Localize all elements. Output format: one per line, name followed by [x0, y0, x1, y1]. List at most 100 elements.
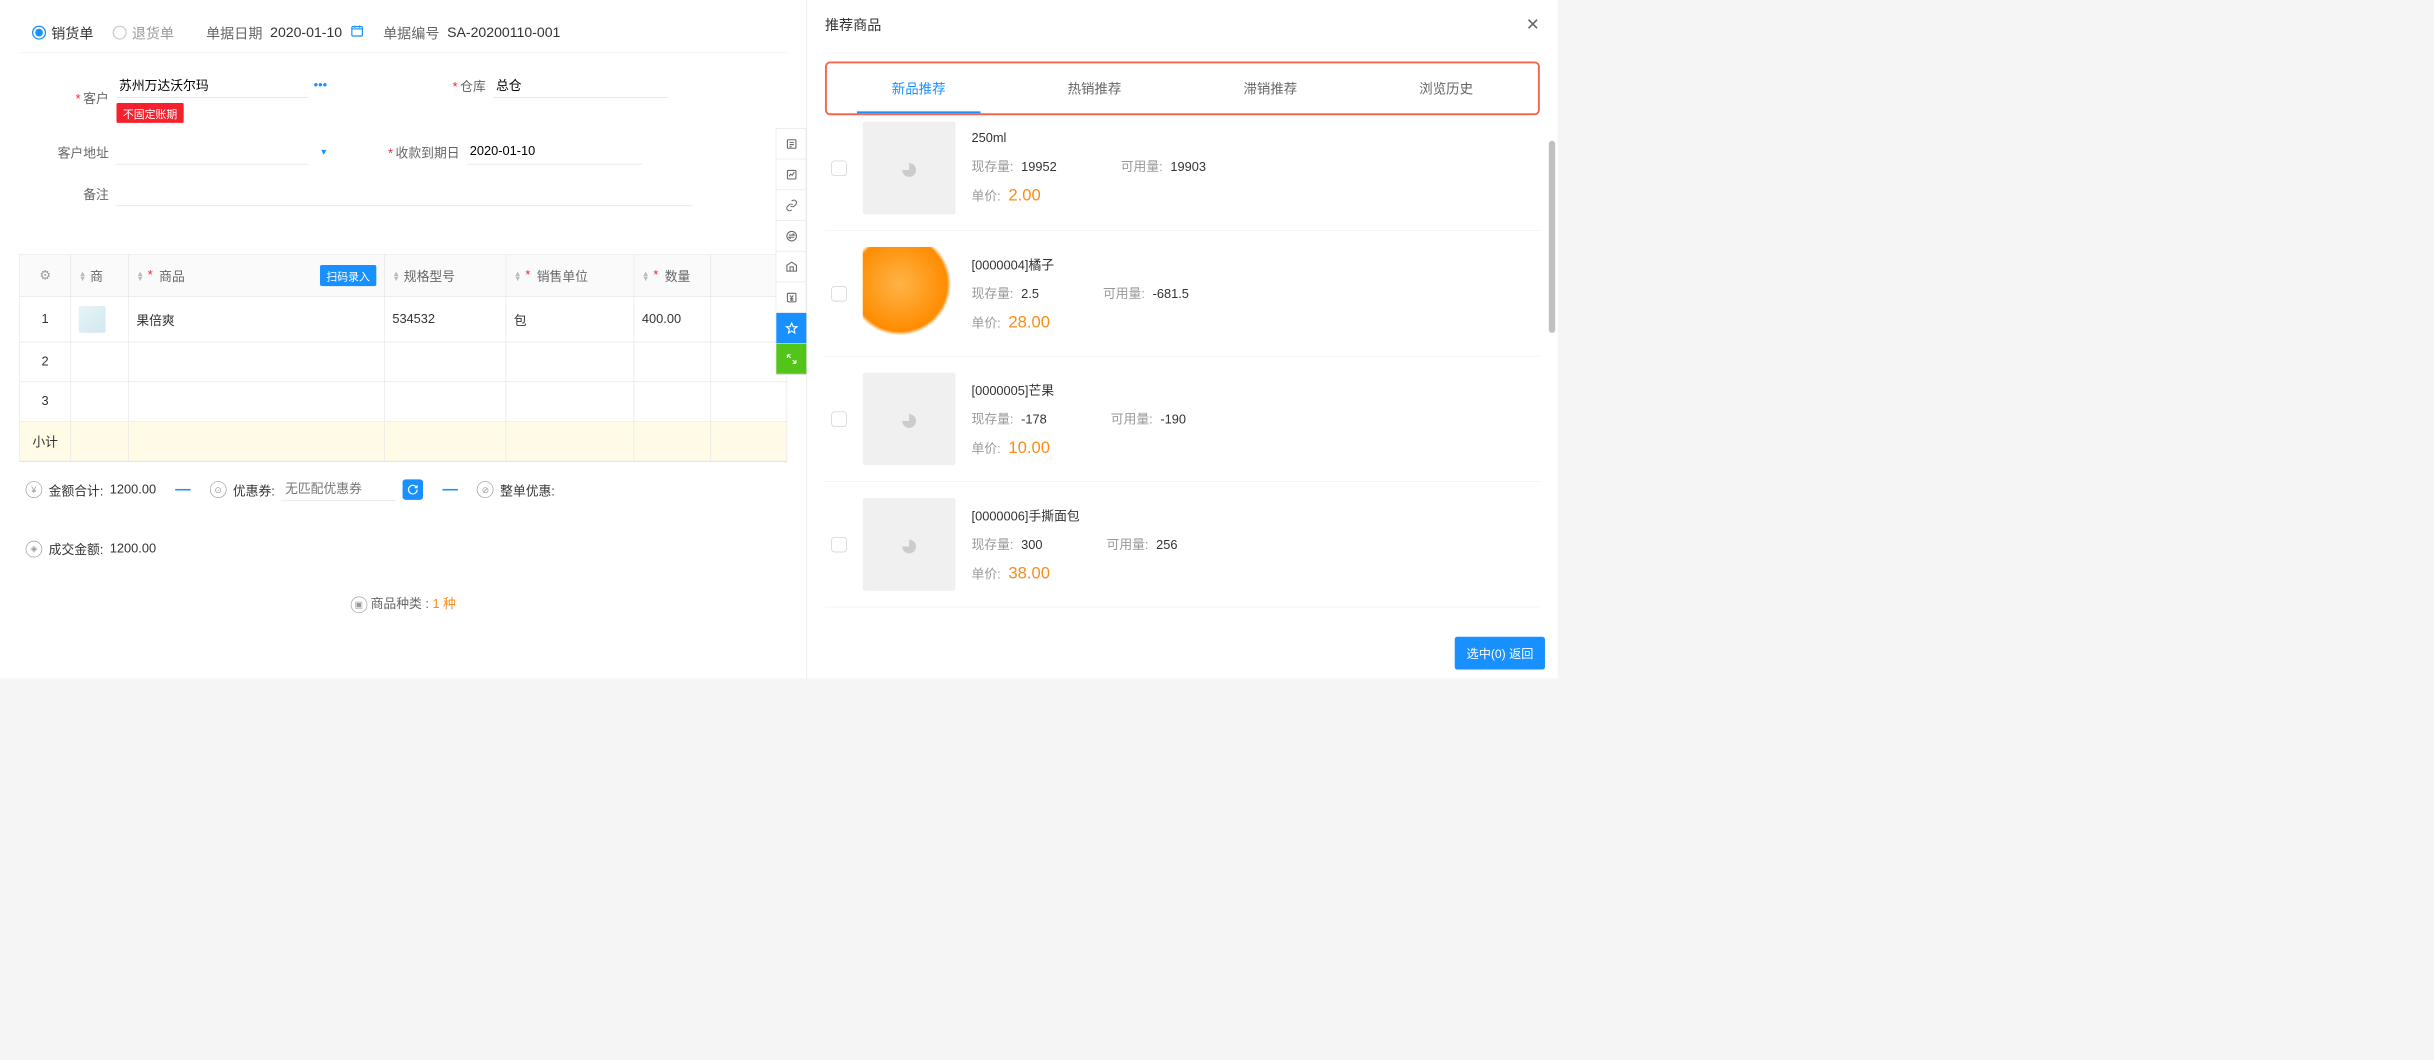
- radio-icon: [32, 26, 46, 40]
- product-item: ◕ 250ml 现存量:19952 可用量:19903 单价:2.00: [825, 122, 1540, 231]
- row-spec[interactable]: [385, 382, 507, 421]
- table-row[interactable]: 3: [20, 382, 787, 422]
- row-product[interactable]: [129, 342, 385, 381]
- swap-icon[interactable]: [776, 221, 807, 252]
- price-label: 单价:: [972, 317, 1001, 331]
- col-unit[interactable]: ▲▼*销售单位: [506, 255, 634, 297]
- doc-no-label: 单据编号: [383, 22, 439, 42]
- deal-icon: ◈: [26, 540, 43, 557]
- table-row[interactable]: 1 果倍爽 534532 包 400.00: [20, 297, 787, 342]
- row-qty[interactable]: [634, 382, 711, 421]
- row-spec[interactable]: 534532: [385, 297, 507, 342]
- price-value: 10.00: [1008, 438, 1050, 457]
- close-icon[interactable]: ✕: [1526, 14, 1540, 34]
- product-item: ◕ [0000005]芒果 现存量:-178 可用量:-190 单价:10.00: [825, 356, 1540, 481]
- discount-icon: ⊘: [477, 481, 494, 498]
- row-unit[interactable]: [506, 382, 634, 421]
- product-checkbox[interactable]: [831, 537, 846, 552]
- scan-input-button[interactable]: 扫码录入: [320, 265, 376, 286]
- tab-return-label: 退货单: [132, 22, 174, 42]
- subtotal-label: 小计: [20, 422, 71, 461]
- tab-hot[interactable]: 热销推荐: [1007, 67, 1183, 109]
- col-product[interactable]: ▲▼*商品扫码录入: [129, 255, 385, 297]
- vertical-toolbar: [776, 128, 807, 375]
- avail-value: -681.5: [1153, 287, 1189, 301]
- customer-address-field: 客户地址 ▾: [26, 139, 332, 165]
- row-qty[interactable]: 400.00: [634, 297, 711, 342]
- link-icon[interactable]: [776, 190, 807, 221]
- col-image[interactable]: ▲▼商: [71, 255, 129, 297]
- subtotal-row: 小计: [20, 422, 787, 462]
- row-thumb: [71, 297, 129, 342]
- stock-value: 19952: [1021, 160, 1057, 174]
- coupon-input[interactable]: [281, 478, 396, 501]
- product-checkbox[interactable]: [831, 411, 846, 426]
- ellipsis-icon[interactable]: •••: [308, 78, 332, 93]
- row-index: 1: [20, 297, 71, 342]
- product-checkbox[interactable]: [831, 160, 846, 175]
- scrollbar-thumb[interactable]: [1549, 141, 1555, 333]
- refresh-button[interactable]: [403, 479, 423, 499]
- radio-icon: [113, 26, 127, 40]
- inventory-icon[interactable]: [776, 252, 807, 283]
- tab-new[interactable]: 新品推荐: [831, 67, 1007, 109]
- tab-sales-order[interactable]: 销货单: [32, 22, 93, 42]
- stock-label: 现存量:: [972, 287, 1014, 301]
- yen-icon: ¥: [26, 481, 43, 498]
- list-icon[interactable]: [776, 129, 807, 160]
- avail-value: 256: [1156, 538, 1177, 552]
- dash-icon: —: [175, 481, 190, 499]
- product-list[interactable]: ◕ 250ml 现存量:19952 可用量:19903 单价:2.00 [000…: [807, 115, 1558, 628]
- row-unit[interactable]: 包: [506, 297, 634, 342]
- select-return-button[interactable]: 选中(0) 返回: [1455, 637, 1545, 670]
- doc-no-value: SA-20200110-001: [447, 24, 560, 41]
- row-spec[interactable]: [385, 342, 507, 381]
- row-thumb: [71, 382, 129, 421]
- tab-sales-label: 销货单: [51, 22, 93, 42]
- chevron-down-icon[interactable]: ▾: [316, 145, 331, 158]
- tab-slow[interactable]: 滞销推荐: [1182, 67, 1358, 109]
- star-icon[interactable]: [776, 313, 807, 344]
- settings-column[interactable]: ⚙: [20, 255, 71, 297]
- avail-label: 可用量:: [1121, 160, 1163, 174]
- col-qty[interactable]: ▲▼*数量: [634, 255, 711, 297]
- tab-history[interactable]: 浏览历史: [1358, 67, 1534, 109]
- due-date-field: *收款到期日: [376, 139, 642, 165]
- remark-field: 备注: [26, 180, 693, 206]
- doc-date-value[interactable]: 2020-01-10: [270, 24, 342, 41]
- product-checkbox[interactable]: [831, 286, 846, 301]
- table-row[interactable]: 2: [20, 342, 787, 382]
- expand-icon[interactable]: [776, 344, 807, 375]
- price-label: 单价:: [972, 568, 1001, 582]
- row-product[interactable]: [129, 382, 385, 421]
- customer-field: *客户 ••• 不固定账期: [26, 72, 333, 123]
- product-name: [0000005]芒果: [972, 380, 1534, 399]
- product-image: ◕: [863, 122, 956, 215]
- row-unit[interactable]: [506, 342, 634, 381]
- product-item: [0000004]橘子 现存量:2.5 可用量:-681.5 单价:28.00: [825, 231, 1540, 356]
- tab-return-order[interactable]: 退货单: [113, 22, 174, 42]
- remark-input[interactable]: [116, 180, 692, 206]
- stock-label: 现存量:: [972, 538, 1014, 552]
- product-item: ◕ [0000006]手撕面包 现存量:300 可用量:256 单价:38.00: [825, 482, 1540, 607]
- customer-input[interactable]: [116, 72, 308, 98]
- customer-address-input[interactable]: [116, 139, 308, 165]
- price-label: 单价:: [972, 442, 1001, 456]
- warehouse-input[interactable]: [493, 72, 668, 98]
- product-name: [0000006]手撕面包: [972, 506, 1534, 525]
- due-date-input[interactable]: [467, 139, 642, 165]
- coupon-field: ⊙ 优惠券:: [210, 478, 423, 501]
- stock-label: 现存量:: [972, 160, 1014, 174]
- avail-value: 19903: [1170, 160, 1206, 174]
- col-spec[interactable]: ▲▼规格型号: [385, 255, 507, 297]
- total-amount: ¥ 金额合计: 1200.00: [26, 480, 156, 499]
- calendar-icon[interactable]: [350, 24, 364, 42]
- total-value: 1200.00: [110, 482, 156, 497]
- row-qty[interactable]: [634, 342, 711, 381]
- currency-icon[interactable]: [776, 282, 807, 313]
- doc-date-label: 单据日期: [206, 22, 262, 42]
- row-product[interactable]: 果倍爽: [129, 297, 385, 342]
- stock-label: 现存量:: [972, 413, 1014, 427]
- chart-icon[interactable]: [776, 159, 807, 190]
- recommend-header: 推荐商品 ✕: [807, 0, 1558, 49]
